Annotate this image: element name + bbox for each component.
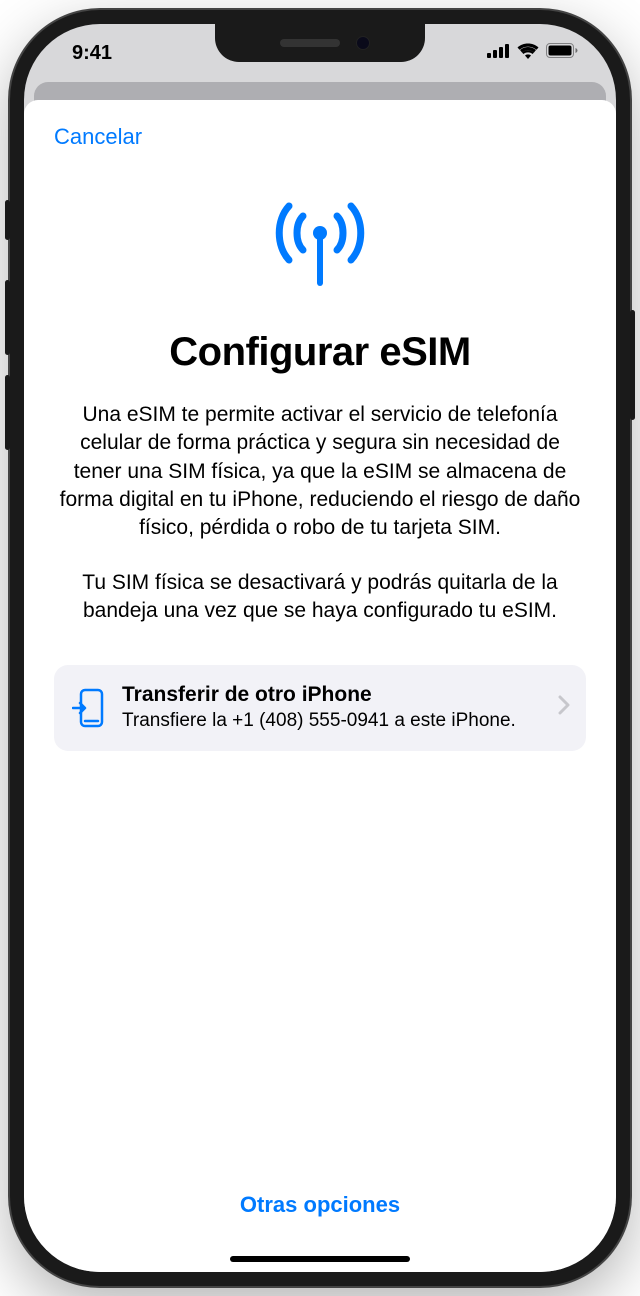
front-camera <box>356 36 370 50</box>
notch <box>215 24 425 62</box>
home-indicator[interactable] <box>230 1256 410 1262</box>
modal-sheet: Cancelar Configurar eSIM Una eSIM te per… <box>24 100 616 1272</box>
wifi-icon <box>517 43 539 64</box>
antenna-icon <box>54 200 586 290</box>
power-button <box>630 310 635 420</box>
transfer-icon <box>70 688 106 728</box>
speaker <box>280 39 340 47</box>
chevron-right-icon <box>558 694 570 722</box>
transfer-option-subtitle: Transfiere la +1 (408) 555-0941 a este i… <box>122 709 542 733</box>
phone-device-frame: 9:41 <box>10 10 630 1286</box>
description-paragraph-2: Tu SIM física se desactivará y podrás qu… <box>54 569 586 626</box>
description-paragraph-1: Una eSIM te permite activar el servicio … <box>54 401 586 543</box>
status-time: 9:41 <box>72 42 112 65</box>
phone-screen: 9:41 <box>24 24 616 1272</box>
mute-switch <box>5 200 10 240</box>
cellular-signal-icon <box>487 44 510 63</box>
transfer-option-title: Transferir de otro iPhone <box>122 683 542 707</box>
battery-icon <box>546 43 578 63</box>
other-options-button[interactable]: Otras opciones <box>54 1174 586 1252</box>
cancel-button[interactable]: Cancelar <box>54 124 586 150</box>
transfer-option-text: Transferir de otro iPhone Transfiere la … <box>122 683 542 733</box>
page-title: Configurar eSIM <box>54 330 586 375</box>
transfer-option-card[interactable]: Transferir de otro iPhone Transfiere la … <box>54 665 586 751</box>
status-icons <box>487 43 578 64</box>
volume-down-button <box>5 375 10 450</box>
volume-up-button <box>5 280 10 355</box>
spacer <box>54 751 586 1174</box>
